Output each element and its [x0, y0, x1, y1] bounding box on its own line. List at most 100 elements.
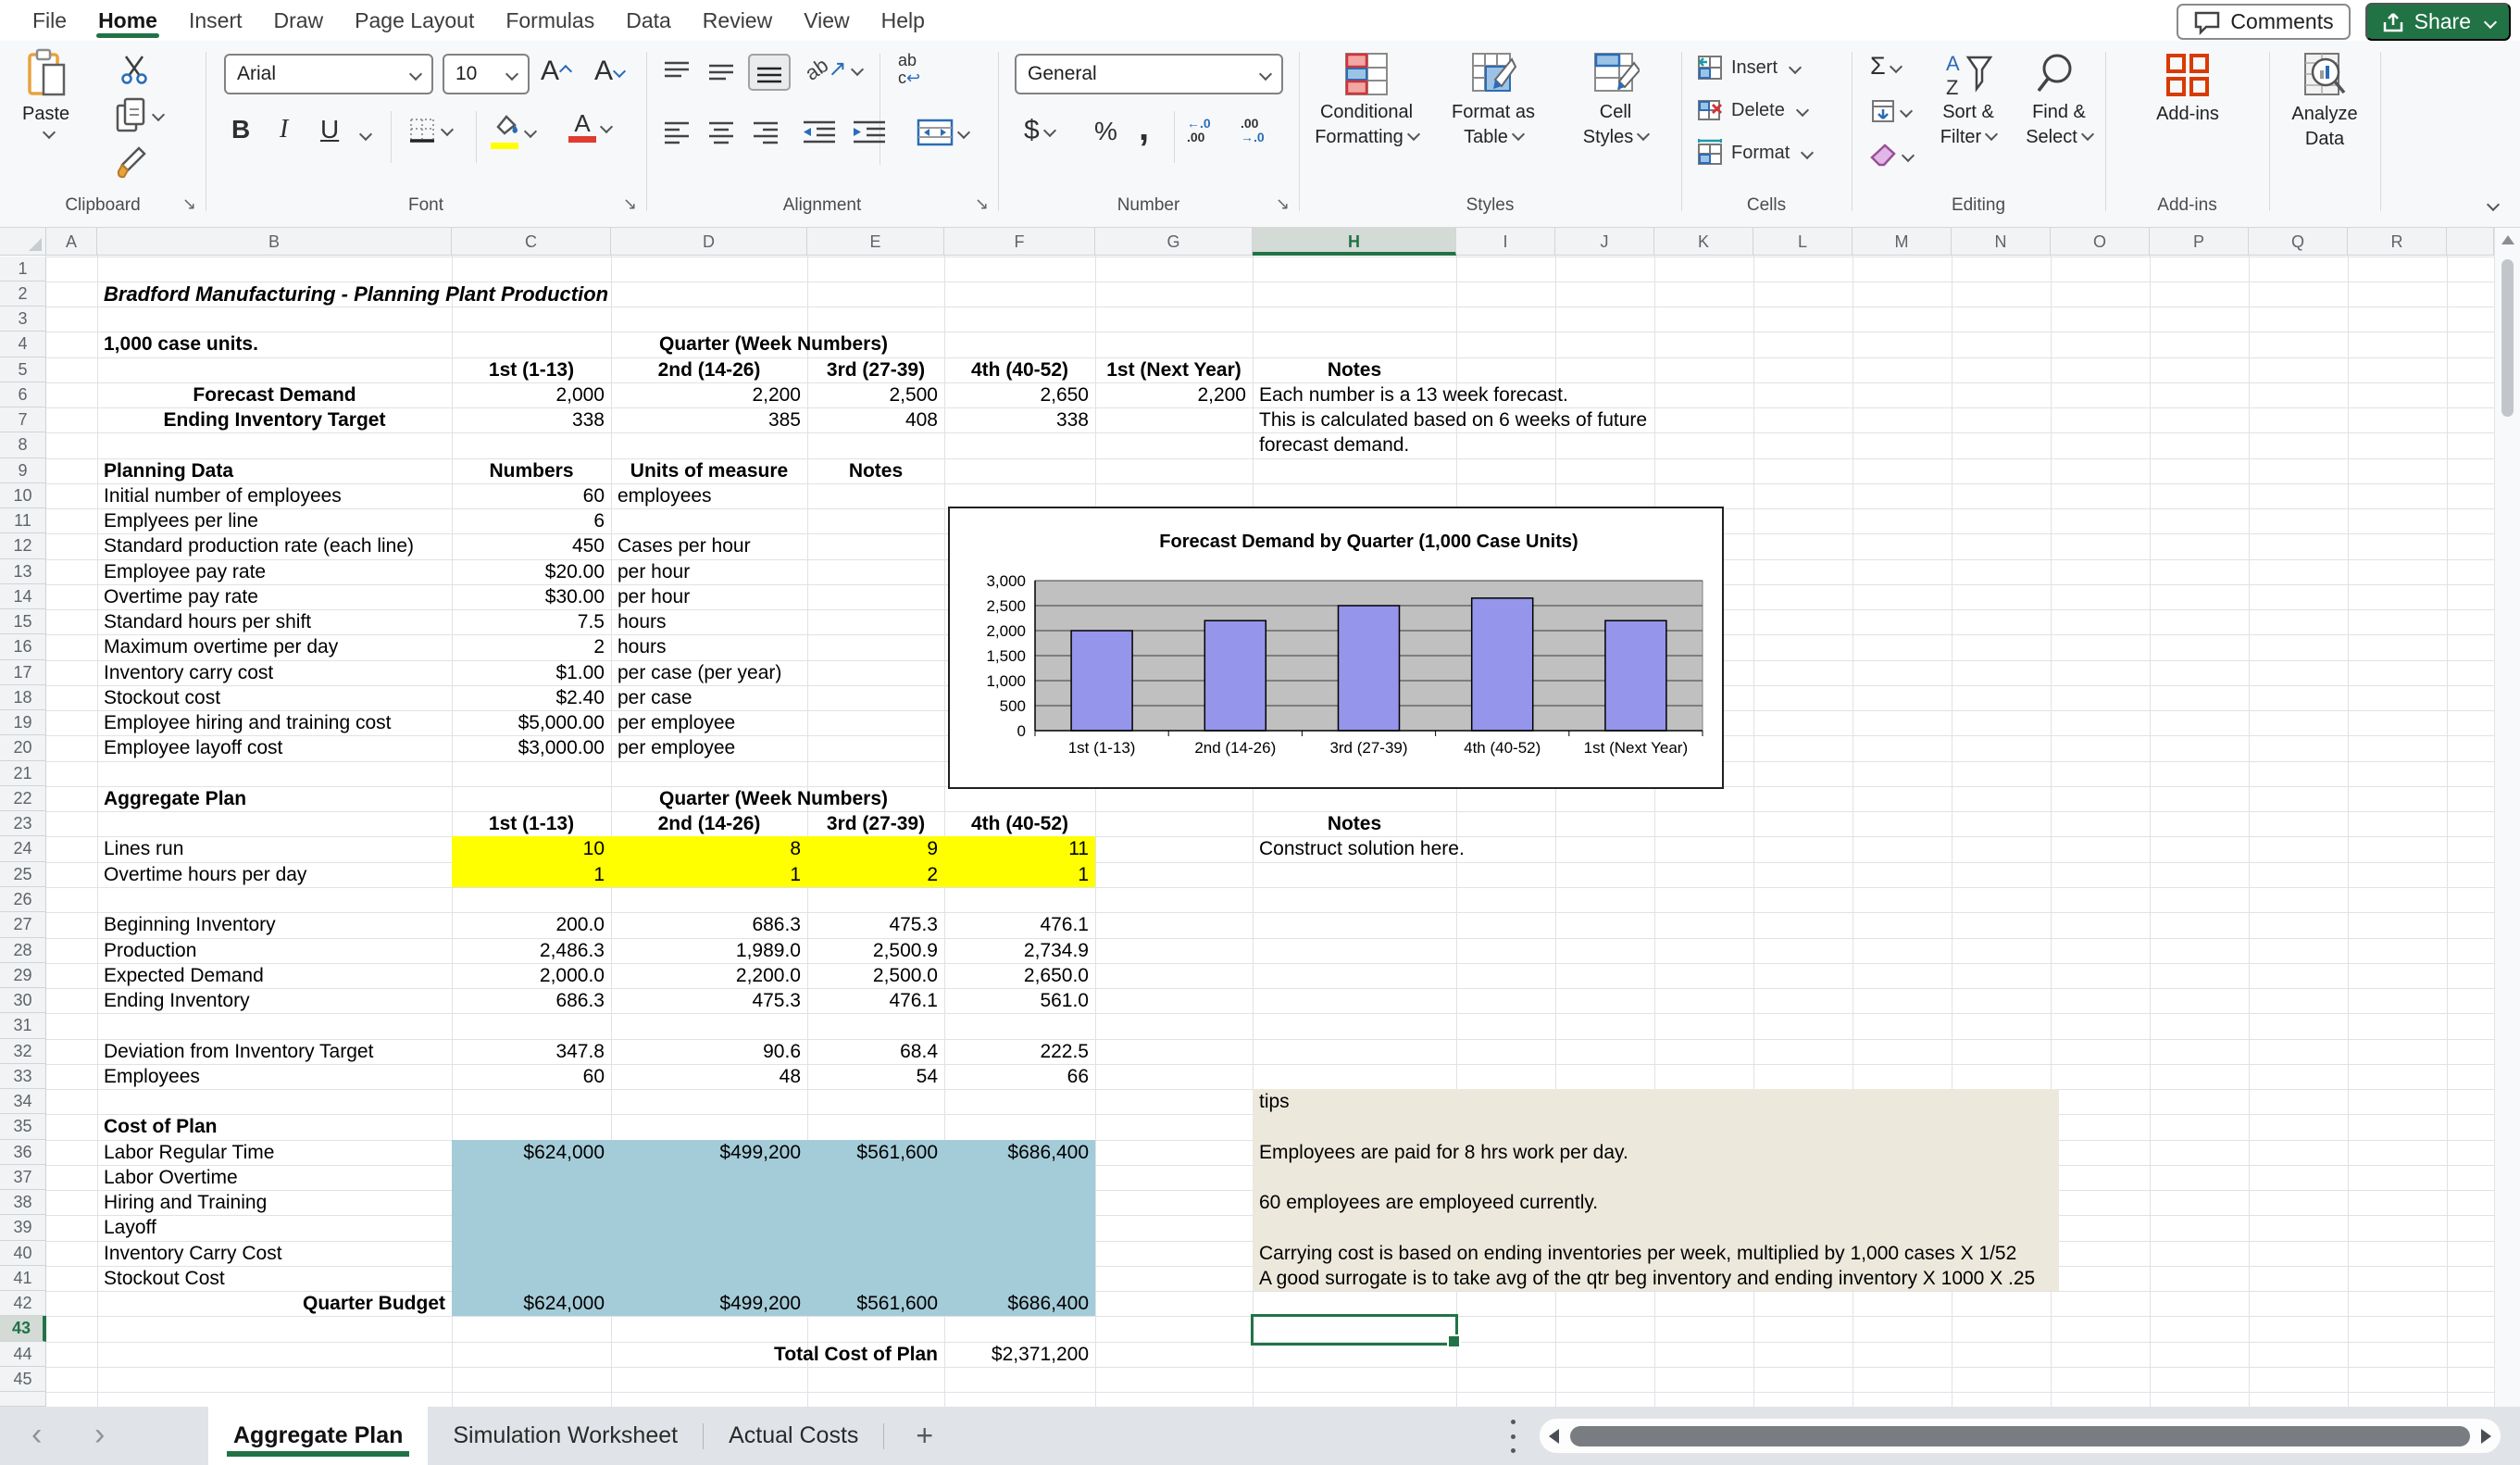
cell-H23[interactable]: Notes	[1253, 811, 1456, 836]
cell-C36[interactable]: $624,000	[452, 1140, 611, 1165]
cell-H41[interactable]: A good surrogate is to take avg of the q…	[1253, 1266, 2041, 1291]
cell-D32[interactable]: 90.6	[611, 1039, 807, 1064]
cell-E28[interactable]: 2,500.9	[807, 938, 944, 963]
cell-B19[interactable]: Employee hiring and training cost	[97, 710, 398, 735]
col-header-N[interactable]: N	[1952, 228, 2051, 256]
sheet-nav-next-icon[interactable]: ›	[94, 1407, 105, 1465]
cell-D33[interactable]: 48	[611, 1064, 807, 1089]
col-header-B[interactable]: B	[97, 228, 452, 256]
row-header-10[interactable]: 10	[0, 482, 46, 509]
cell-F25[interactable]: 1	[944, 862, 1095, 887]
row-header-17[interactable]: 17	[0, 659, 46, 685]
cell-C18[interactable]: $2.40	[452, 685, 611, 710]
cell-D16[interactable]: hours	[611, 634, 673, 659]
row-header-41[interactable]: 41	[0, 1265, 46, 1292]
cell-B13[interactable]: Employee pay rate	[97, 559, 272, 584]
cell-B7[interactable]: Ending Inventory Target	[97, 407, 452, 432]
cell-D28[interactable]: 1,989.0	[611, 938, 807, 963]
cell-E7[interactable]: 408	[807, 407, 944, 432]
sheet-tab-options-icon[interactable]	[1509, 1420, 1516, 1453]
row-header-22[interactable]: 22	[0, 785, 46, 812]
col-header-H[interactable]: H	[1253, 228, 1456, 256]
cell-D44-E44[interactable]: Total Cost of Plan	[611, 1342, 944, 1367]
row-header-6[interactable]: 6	[0, 382, 46, 408]
cell-B33[interactable]: Employees	[97, 1064, 206, 1089]
col-header-R[interactable]: R	[2348, 228, 2447, 256]
col-header-P[interactable]: P	[2150, 228, 2249, 256]
fill-handle[interactable]	[1447, 1334, 1461, 1348]
col-header-K[interactable]: K	[1654, 228, 1753, 256]
row-header-38[interactable]: 38	[0, 1190, 46, 1216]
row-header-15[interactable]: 15	[0, 609, 46, 635]
cell-E36[interactable]: $561,600	[807, 1140, 944, 1165]
cell-G5[interactable]: 1st (Next Year)	[1095, 357, 1253, 382]
cell-B10[interactable]: Initial number of employees	[97, 483, 348, 508]
row-header-8[interactable]: 8	[0, 432, 46, 458]
cell-F36[interactable]: $686,400	[944, 1140, 1095, 1165]
horizontal-scrollbar[interactable]	[1539, 1418, 2501, 1454]
scroll-right-arrow-icon[interactable]	[2481, 1428, 2491, 1444]
cell-C33[interactable]: 60	[452, 1064, 611, 1089]
cell-C30[interactable]: 686.3	[452, 988, 611, 1013]
cell-H24[interactable]: Construct solution here.	[1253, 836, 1471, 861]
cell-F29[interactable]: 2,650.0	[944, 963, 1095, 988]
cell-E5[interactable]: 3rd (27-39)	[807, 357, 944, 382]
col-header-G[interactable]: G	[1095, 228, 1253, 256]
row-header-1[interactable]: 1	[0, 256, 46, 282]
cell-C17[interactable]: $1.00	[452, 660, 611, 685]
row-header-25[interactable]: 25	[0, 861, 46, 887]
cell-B42[interactable]: Quarter Budget	[97, 1291, 452, 1316]
cell-D9[interactable]: Units of measure	[611, 458, 807, 483]
cell-F44[interactable]: $2,371,200	[944, 1342, 1095, 1367]
col-header-I[interactable]: I	[1456, 228, 1555, 256]
cell-F33[interactable]: 66	[944, 1064, 1095, 1089]
cell-D19[interactable]: per employee	[611, 710, 742, 735]
cell-H38[interactable]: 60 employees are employeed currently.	[1253, 1190, 1604, 1215]
row-header-44[interactable]: 44	[0, 1341, 46, 1367]
cell-C11[interactable]: 6	[452, 508, 611, 533]
cell-E23[interactable]: 3rd (27-39)	[807, 811, 944, 836]
cell-C24[interactable]: 10	[452, 836, 611, 861]
cell-G6[interactable]: 2,200	[1095, 382, 1253, 407]
cell-B20[interactable]: Employee layoff cost	[97, 735, 289, 760]
cell-E24[interactable]: 9	[807, 836, 944, 861]
row-header-34[interactable]: 34	[0, 1089, 46, 1115]
cell-C7[interactable]: 338	[452, 407, 611, 432]
cell-E33[interactable]: 54	[807, 1064, 944, 1089]
cell-B32[interactable]: Deviation from Inventory Target	[97, 1039, 380, 1064]
row-header-37[interactable]: 37	[0, 1164, 46, 1191]
cell-B36[interactable]: Labor Regular Time	[97, 1140, 281, 1165]
cell-E6[interactable]: 2,500	[807, 382, 944, 407]
row-header-45[interactable]: 45	[0, 1366, 46, 1393]
cell-B41[interactable]: Stockout Cost	[97, 1266, 231, 1291]
col-header-E[interactable]: E	[807, 228, 944, 256]
row-header-32[interactable]: 32	[0, 1038, 46, 1064]
cell-D20[interactable]: per employee	[611, 735, 742, 760]
cell-H6[interactable]: Each number is a 13 week forecast.	[1253, 382, 1575, 407]
row-header-39[interactable]: 39	[0, 1215, 46, 1241]
cell-E30[interactable]: 476.1	[807, 988, 944, 1013]
cell-F23[interactable]: 4th (40-52)	[944, 811, 1095, 836]
cell-D30[interactable]: 475.3	[611, 988, 807, 1013]
cell-B22[interactable]: Aggregate Plan	[97, 786, 253, 811]
col-header-F[interactable]: F	[944, 228, 1095, 256]
cell-B11[interactable]: Emplyees per line	[97, 508, 265, 533]
col-header-L[interactable]: L	[1753, 228, 1853, 256]
cell-F24[interactable]: 11	[944, 836, 1095, 861]
cell-B14[interactable]: Overtime pay rate	[97, 584, 265, 609]
cell-C12[interactable]: 450	[452, 533, 611, 558]
row-header-7[interactable]: 7	[0, 407, 46, 433]
row-header-3[interactable]: 3	[0, 307, 46, 332]
col-header-J[interactable]: J	[1555, 228, 1654, 256]
cell-E25[interactable]: 2	[807, 862, 944, 887]
row-header-43[interactable]: 43	[0, 1316, 46, 1342]
row-header-36[interactable]: 36	[0, 1139, 46, 1165]
row-header-14[interactable]: 14	[0, 583, 46, 610]
row-header-27[interactable]: 27	[0, 912, 46, 938]
cell-F27[interactable]: 476.1	[944, 912, 1095, 937]
col-header-A[interactable]: A	[46, 228, 97, 256]
cell-H8[interactable]: forecast demand.	[1253, 432, 1416, 457]
cell-B2[interactable]: Bradford Manufacturing - Planning Plant …	[97, 282, 615, 307]
row-header-2[interactable]: 2	[0, 281, 46, 307]
cell-F32[interactable]: 222.5	[944, 1039, 1095, 1064]
